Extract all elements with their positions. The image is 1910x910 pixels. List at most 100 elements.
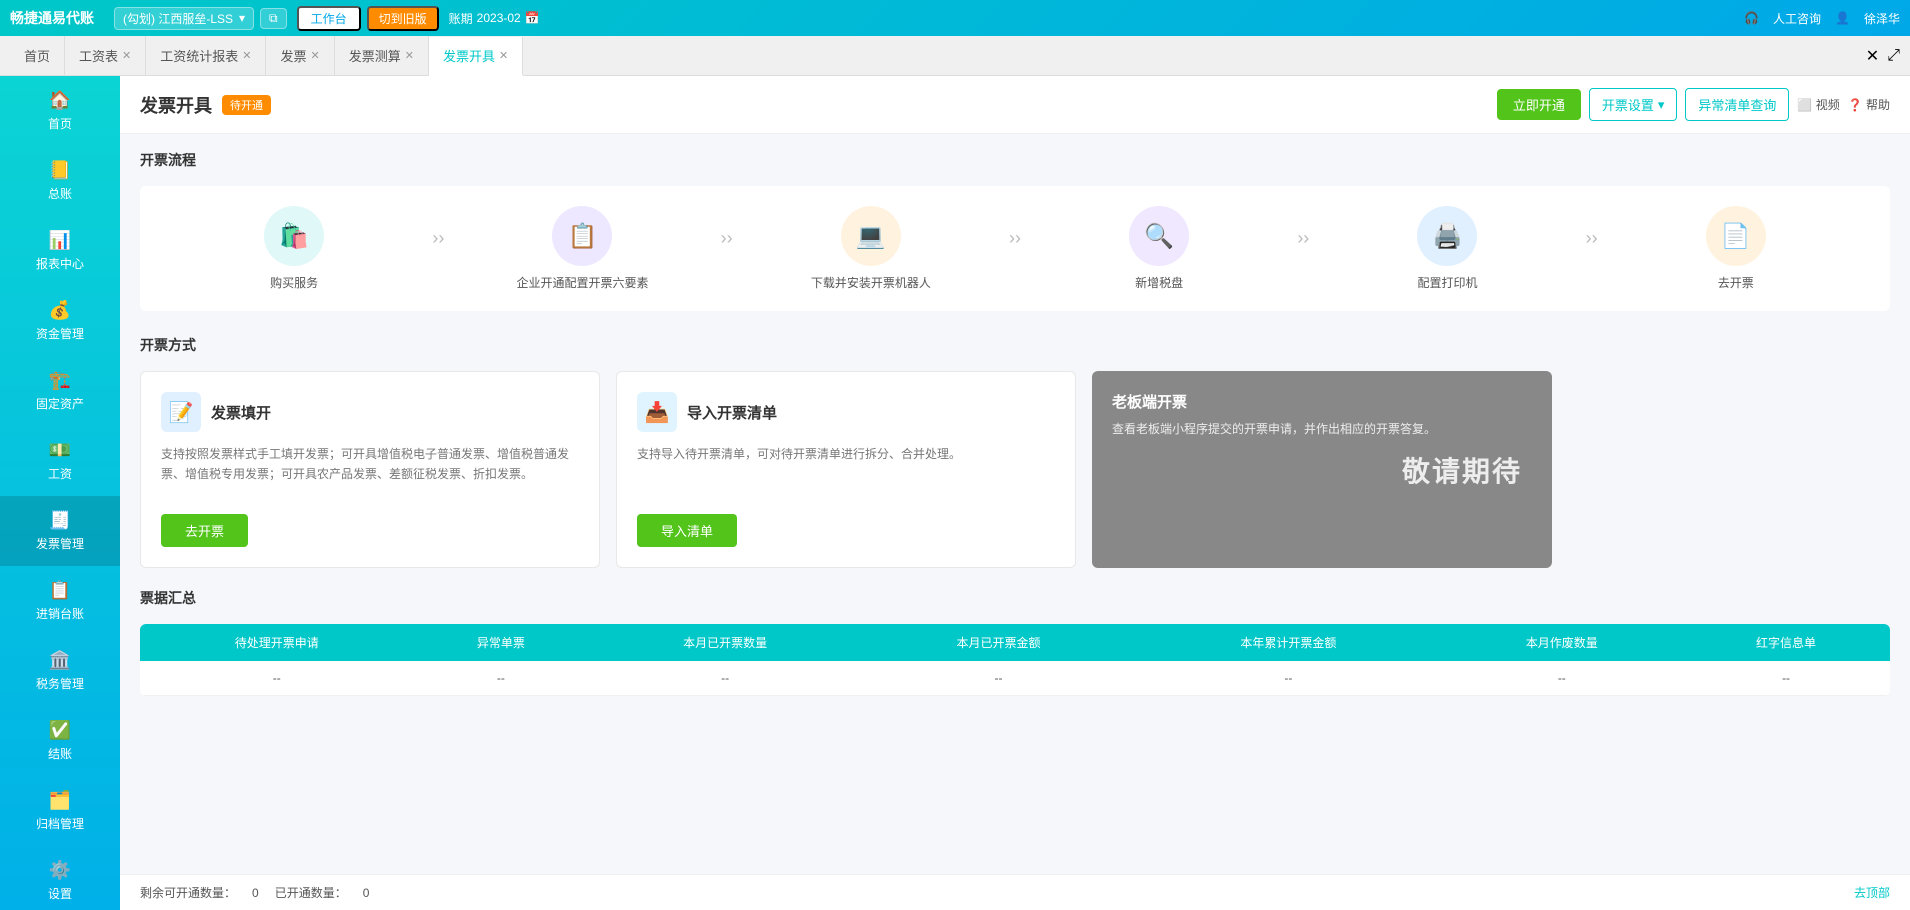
cell-year-amount: --	[1135, 661, 1441, 696]
tab-salary-table-close[interactable]: ✕	[122, 49, 131, 62]
col-year-amount: 本年累计开票金额	[1135, 624, 1441, 661]
status-badge: 待开通	[222, 95, 271, 115]
page-header: 发票开具 待开通 立即开通 开票设置 ▾ 异常清单查询 ⬜ 视频 ❓ 帮助	[120, 76, 1910, 134]
table-row: -- -- -- -- -- -- --	[140, 661, 1890, 696]
invoice-icon: 🧾	[49, 510, 71, 531]
user-icon: 👤	[1835, 11, 1850, 25]
tab-home[interactable]: 首页	[10, 36, 65, 75]
bottom-bar: 剩余可开通数量： 0 已开通数量： 0 去顶部	[120, 874, 1910, 910]
cell-month-amount: --	[862, 661, 1135, 696]
service-label[interactable]: 人工咨询	[1773, 10, 1821, 27]
tab-expand-icon[interactable]: ⤢	[1887, 47, 1900, 65]
company-label: (勾划) 江西服垒-LSS	[123, 10, 233, 27]
sidebar-item-settings-label: 设置	[48, 885, 72, 902]
company-selector[interactable]: (勾划) 江西服垒-LSS ▾	[114, 7, 254, 30]
step-label-1: 购买服务	[270, 274, 318, 291]
summary-section: 待处理开票申请 异常单票 本月已开票数量 本月已开票金额 本年累计开票金额 本月…	[140, 624, 1890, 696]
copy-button[interactable]: ⧉	[260, 8, 287, 29]
open-settings-button[interactable]: 开票设置 ▾	[1589, 88, 1678, 121]
query-button[interactable]: 异常清单查询	[1685, 88, 1789, 121]
opened-value: 0	[363, 886, 370, 900]
sidebar-item-tax[interactable]: 🏛️ 税务管理	[0, 636, 120, 706]
tab-invoice-issue-close[interactable]: ✕	[499, 49, 508, 62]
sidebar-item-funds[interactable]: 💰 资金管理	[0, 286, 120, 356]
tab-invoice[interactable]: 发票 ✕	[266, 36, 334, 75]
checkout-icon: ✅	[49, 720, 71, 741]
sidebar-item-reports[interactable]: 📊 报表中心	[0, 216, 120, 286]
boss-card-watermark: 敬请期待	[1402, 450, 1522, 490]
user-label[interactable]: 徐泽华	[1864, 10, 1900, 27]
sidebar-item-salary-label: 工资	[48, 465, 72, 482]
manual-fill-icon: 📝	[161, 392, 201, 432]
taxdisk-icon: 🔍	[1144, 222, 1174, 251]
step-label-5: 配置打印机	[1417, 274, 1477, 291]
sidebar-item-ledger-label: 总账	[48, 185, 72, 202]
tab-bar: 首页 工资表 ✕ 工资统计报表 ✕ 发票 ✕ 发票测算 ✕ 发票开具 ✕ ✕ ⤢	[0, 36, 1910, 76]
import-list-button[interactable]: 导入清单	[637, 514, 737, 547]
sidebar-item-salary[interactable]: 💵 工资	[0, 426, 120, 496]
tab-close-all-icon[interactable]: ✕	[1866, 46, 1879, 66]
sidebar-item-invoice-label: 发票管理	[36, 535, 84, 552]
period-value: 2023-02	[477, 11, 521, 25]
workspace-button[interactable]: 工作台	[297, 6, 361, 31]
tax-icon: 🏛️	[49, 650, 71, 671]
col-pending: 待处理开票申请	[140, 624, 413, 661]
col-abnormal: 异常单票	[413, 624, 588, 661]
sidebar-item-checkout[interactable]: ✅ 结账	[0, 706, 120, 776]
sidebar-item-reports-label: 报表中心	[36, 255, 84, 272]
flow-arrow-3: ››	[1009, 228, 1021, 269]
sidebar-item-purchase[interactable]: 📋 进销台账	[0, 566, 120, 636]
page-title: 发票开具	[140, 92, 212, 118]
cell-red-info: --	[1682, 661, 1890, 696]
funds-icon: 💰	[49, 300, 71, 321]
app-logo: 畅捷通易代账	[10, 8, 94, 28]
step-icon-6: 📄	[1706, 206, 1766, 266]
sidebar-item-tax-label: 税务管理	[36, 675, 84, 692]
open-settings-label: 开票设置	[1602, 95, 1654, 114]
import-list-icon: 📥	[637, 392, 677, 432]
sidebar-item-home-label: 首页	[48, 115, 72, 132]
methods-section-title: 开票方式	[140, 335, 1890, 355]
config-icon: 📋	[568, 222, 598, 251]
sidebar-item-archive[interactable]: 🗂️ 归档管理	[0, 776, 120, 846]
cell-pending: --	[140, 661, 413, 696]
sidebar-item-home[interactable]: 🏠 首页	[0, 76, 120, 146]
tab-salary-table[interactable]: 工资表 ✕	[65, 36, 146, 75]
flow-step-5: 🖨️ 配置打印机	[1313, 206, 1581, 291]
col-month-amount: 本月已开票金额	[862, 624, 1135, 661]
sidebar-item-archive-label: 归档管理	[36, 815, 84, 832]
tab-salary-report[interactable]: 工资统计报表 ✕	[146, 36, 266, 75]
calendar-icon[interactable]: 📅	[525, 11, 540, 25]
sidebar-item-invoice[interactable]: 🧾 发票管理	[0, 496, 120, 566]
download-icon: 💻	[856, 222, 886, 251]
switch-version-button[interactable]: 切到旧版	[367, 6, 439, 31]
sidebar-item-purchase-label: 进销台账	[36, 605, 84, 622]
step-icon-4: 🔍	[1129, 206, 1189, 266]
step-label-2: 企业开通配置开票六要素	[516, 274, 648, 291]
goto-issue-button[interactable]: 去开票	[161, 514, 248, 547]
salary-icon: 💵	[49, 440, 71, 461]
sidebar-item-assets[interactable]: 🏗️ 固定资产	[0, 356, 120, 426]
sidebar-item-settings[interactable]: ⚙️ 设置	[0, 846, 120, 910]
step-label-3: 下载并安装开票机器人	[811, 274, 931, 291]
tab-salary-report-close[interactable]: ✕	[242, 49, 251, 62]
tab-invoice-calc-label: 发票测算	[349, 46, 401, 65]
flow-step-1: 🛍️ 购买服务	[160, 206, 428, 291]
tab-invoice-issue[interactable]: 发票开具 ✕	[429, 37, 523, 76]
manual-fill-card: 📝 发票填开 支持按照发票样式手工填开发票；可开具增值税电子普通发票、增值税普通…	[140, 371, 600, 568]
flow-arrow-4: ››	[1297, 228, 1309, 269]
sidebar-item-ledger[interactable]: 📒 总账	[0, 146, 120, 216]
flow-arrow-5: ››	[1586, 228, 1598, 269]
goto-top-button[interactable]: 去顶部	[1854, 884, 1890, 901]
tab-invoice-calc[interactable]: 发票测算 ✕	[335, 36, 429, 75]
col-month-count: 本月已开票数量	[588, 624, 861, 661]
import-list-header: 📥 导入开票清单	[637, 392, 1055, 432]
tab-invoice-calc-close[interactable]: ✕	[405, 49, 414, 62]
manual-fill-title: 发票填开	[211, 402, 271, 423]
purchase-icon: 📋	[49, 580, 71, 601]
tab-invoice-close[interactable]: ✕	[311, 49, 320, 62]
flow-step-3: 💻 下载并安装开票机器人	[737, 206, 1005, 291]
import-list-title: 导入开票清单	[687, 402, 777, 423]
manual-fill-desc: 支持按照发票样式手工填开发票；可开具增值税电子普通发票、增值税普通发票、增值税专…	[161, 444, 579, 494]
open-now-button[interactable]: 立即开通	[1497, 89, 1581, 120]
